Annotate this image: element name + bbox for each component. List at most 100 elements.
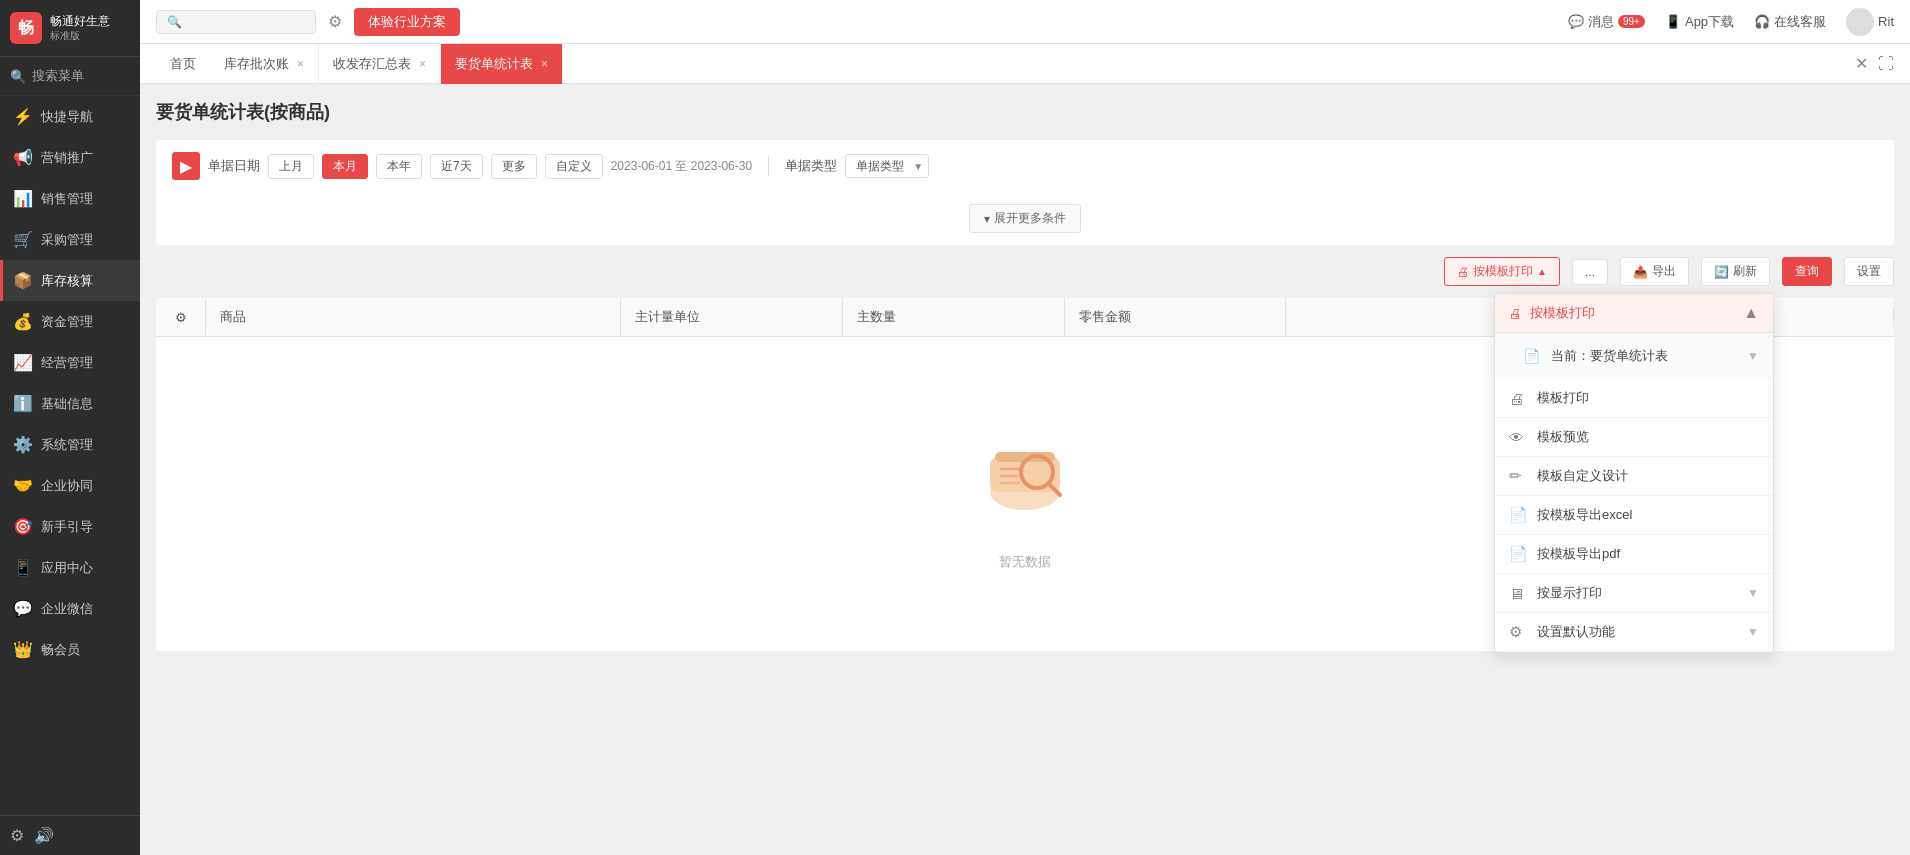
sidebar-item-purchase[interactable]: 🛒 采购管理 — [0, 219, 140, 260]
trial-btn[interactable]: 体验行业方案 — [354, 8, 460, 36]
tab-batch[interactable]: 库存批次账 × — [210, 44, 319, 84]
settings-footer-icon[interactable]: ⚙ — [10, 826, 24, 845]
topbar-gear-icon[interactable]: ⚙ — [328, 12, 342, 31]
current-template-arrow: ▼ — [1747, 349, 1759, 363]
username-label: Rit — [1878, 14, 1894, 29]
more-options-btn[interactable]: ... — [1572, 259, 1608, 285]
export-btn[interactable]: 📤 导出 — [1620, 257, 1689, 286]
refresh-btn[interactable]: 🔄 刷新 — [1701, 257, 1770, 286]
template-print-icon: 🖨 — [1509, 390, 1527, 407]
query-label: 查询 — [1795, 263, 1819, 280]
app-download-btn[interactable]: 📱 App下载 — [1665, 13, 1734, 31]
template-custom-item[interactable]: ✏ 模板自定义设计 — [1495, 457, 1773, 496]
th-product: 商品 — [206, 298, 621, 336]
print-dropdown-title-text: 按模板打印 — [1530, 304, 1595, 322]
filter-expand-icon[interactable]: ▶ — [172, 152, 200, 180]
print-btn[interactable]: 🖨 按模板打印 ▲ — [1444, 257, 1560, 286]
online-service-btn[interactable]: 🎧 在线客服 — [1754, 13, 1826, 31]
sidebar-item-newbie[interactable]: 🎯 新手引导 — [0, 506, 140, 547]
main-content: 🔍 ⚙ 体验行业方案 💬 消息 99+ 📱 App下载 🎧 在线客服 Rit — [140, 0, 1910, 855]
tabbar: 首页 库存批次账 × 收发存汇总表 × 要货单统计表 × ✕ ⛶ — [140, 44, 1910, 84]
sidebar-item-finance[interactable]: 💰 资金管理 — [0, 301, 140, 342]
print-dropdown-title-icon: 🖨 — [1509, 306, 1522, 321]
tab-receivable-close[interactable]: × — [419, 57, 426, 71]
topbar-right: 💬 消息 99+ 📱 App下载 🎧 在线客服 Rit — [1568, 8, 1894, 36]
sound-footer-icon[interactable]: 🔊 — [34, 826, 54, 845]
message-badge: 99+ — [1618, 15, 1645, 28]
date-prev-btn[interactable]: 上月 — [268, 154, 314, 179]
window-expand-icon[interactable]: ⛶ — [1878, 55, 1894, 73]
sidebar-item-member[interactable]: 👑 畅会员 — [0, 629, 140, 670]
tab-order-stat-close[interactable]: × — [541, 57, 548, 71]
sidebar-item-quicknav[interactable]: ⚡ 快捷导航 — [0, 96, 140, 137]
topbar-search[interactable]: 🔍 — [156, 10, 316, 34]
query-btn[interactable]: 查询 — [1782, 257, 1832, 286]
message-btn[interactable]: 💬 消息 99+ — [1568, 13, 1645, 31]
sidebar-item-system[interactable]: ⚙️ 系统管理 — [0, 424, 140, 465]
export-label: 导出 — [1652, 263, 1676, 280]
order-type-label: 单据类型 — [785, 157, 837, 175]
app-name: 畅通好生意 — [50, 13, 110, 30]
sidebar-search[interactable]: 🔍 搜索菜单 — [0, 57, 140, 96]
wechat-icon: 💬 — [13, 599, 33, 618]
tab-home[interactable]: 首页 — [156, 44, 210, 84]
online-service-icon: 🎧 — [1754, 14, 1770, 29]
sidebar-item-basic[interactable]: ℹ️ 基础信息 — [0, 383, 140, 424]
template-print-label: 模板打印 — [1537, 389, 1589, 407]
purchase-icon: 🛒 — [13, 230, 33, 249]
sidebar-logo: 畅 畅通好生意 标准版 — [0, 0, 140, 57]
template-preview-item[interactable]: 👁 模板预览 — [1495, 418, 1773, 457]
sidebar-item-sales[interactable]: 📊 销售管理 — [0, 178, 140, 219]
expand-more-btn[interactable]: ▾ 展开更多条件 — [969, 204, 1081, 233]
date-custom-btn[interactable]: 自定义 — [545, 154, 603, 179]
window-close-icon[interactable]: ✕ — [1855, 54, 1868, 73]
tab-order-stat[interactable]: 要货单统计表 × — [441, 44, 563, 84]
operations-label: 经营管理 — [41, 354, 93, 372]
print-dropdown-close-icon[interactable]: ▲ — [1743, 304, 1759, 322]
print-dropdown: 🖨 按模板打印 ▲ 📄 当前：要货单统计表 ▼ 🖨 模板打印 — [1494, 293, 1774, 653]
sidebar-item-marketing[interactable]: 📢 营销推广 — [0, 137, 140, 178]
tab-receivable[interactable]: 收发存汇总表 × — [319, 44, 441, 84]
window-controls: ✕ ⛶ — [1855, 54, 1894, 73]
current-template-item[interactable]: 📄 当前：要货单统计表 ▼ — [1509, 339, 1773, 373]
sidebar-item-wechat[interactable]: 💬 企业微信 — [0, 588, 140, 629]
template-pdf-item[interactable]: 📄 按模板导出pdf — [1495, 535, 1773, 574]
search-icon: 🔍 — [10, 69, 26, 84]
default-func-item[interactable]: ⚙ 设置默认功能 ▼ — [1495, 613, 1773, 652]
date-year-btn[interactable]: 本年 — [376, 154, 422, 179]
display-print-item[interactable]: 🖥 按显示打印 ▼ — [1495, 574, 1773, 613]
date-more-btn[interactable]: 更多 — [491, 154, 537, 179]
inventory-label: 库存核算 — [41, 272, 93, 290]
template-excel-item[interactable]: 📄 按模板导出excel — [1495, 496, 1773, 535]
sidebar-item-inventory[interactable]: 📦 库存核算 — [0, 260, 140, 301]
more-options-label: ... — [1585, 265, 1595, 279]
empty-illustration — [965, 417, 1085, 537]
date-7days-btn[interactable]: 近7天 — [430, 154, 483, 179]
topbar-search-icon: 🔍 — [167, 15, 182, 29]
print-label: 按模板打印 — [1473, 263, 1533, 280]
message-icon: 💬 — [1568, 14, 1584, 29]
empty-text: 暂无数据 — [999, 553, 1051, 571]
date-current-btn[interactable]: 本月 — [322, 154, 368, 179]
sidebar-item-collab[interactable]: 🤝 企业协同 — [0, 465, 140, 506]
th-settings[interactable]: ⚙ — [156, 300, 206, 335]
default-func-label: 设置默认功能 — [1537, 623, 1615, 641]
settings-btn[interactable]: 设置 — [1844, 257, 1894, 286]
print-dropdown-header[interactable]: 🖨 按模板打印 ▲ — [1495, 294, 1773, 333]
sidebar-item-appstore[interactable]: 📱 应用中心 — [0, 547, 140, 588]
order-type-select[interactable]: 单据类型 — [845, 154, 929, 178]
th-retail: 零售金额 — [1065, 298, 1287, 336]
user-avatar-btn[interactable]: Rit — [1846, 8, 1894, 36]
refresh-label: 刷新 — [1733, 263, 1757, 280]
marketing-icon: 📢 — [13, 148, 33, 167]
app-name-block: 畅通好生意 标准版 — [50, 13, 110, 44]
member-icon: 👑 — [13, 640, 33, 659]
template-print-item[interactable]: 🖨 模板打印 — [1495, 379, 1773, 418]
default-func-arrow: ▼ — [1747, 625, 1759, 639]
tab-order-stat-label: 要货单统计表 — [455, 55, 533, 73]
newbie-icon: 🎯 — [13, 517, 33, 536]
message-label: 消息 — [1588, 13, 1614, 31]
settings-label: 设置 — [1857, 263, 1881, 280]
sidebar-item-operations[interactable]: 📈 经营管理 — [0, 342, 140, 383]
tab-batch-close[interactable]: × — [297, 57, 304, 71]
